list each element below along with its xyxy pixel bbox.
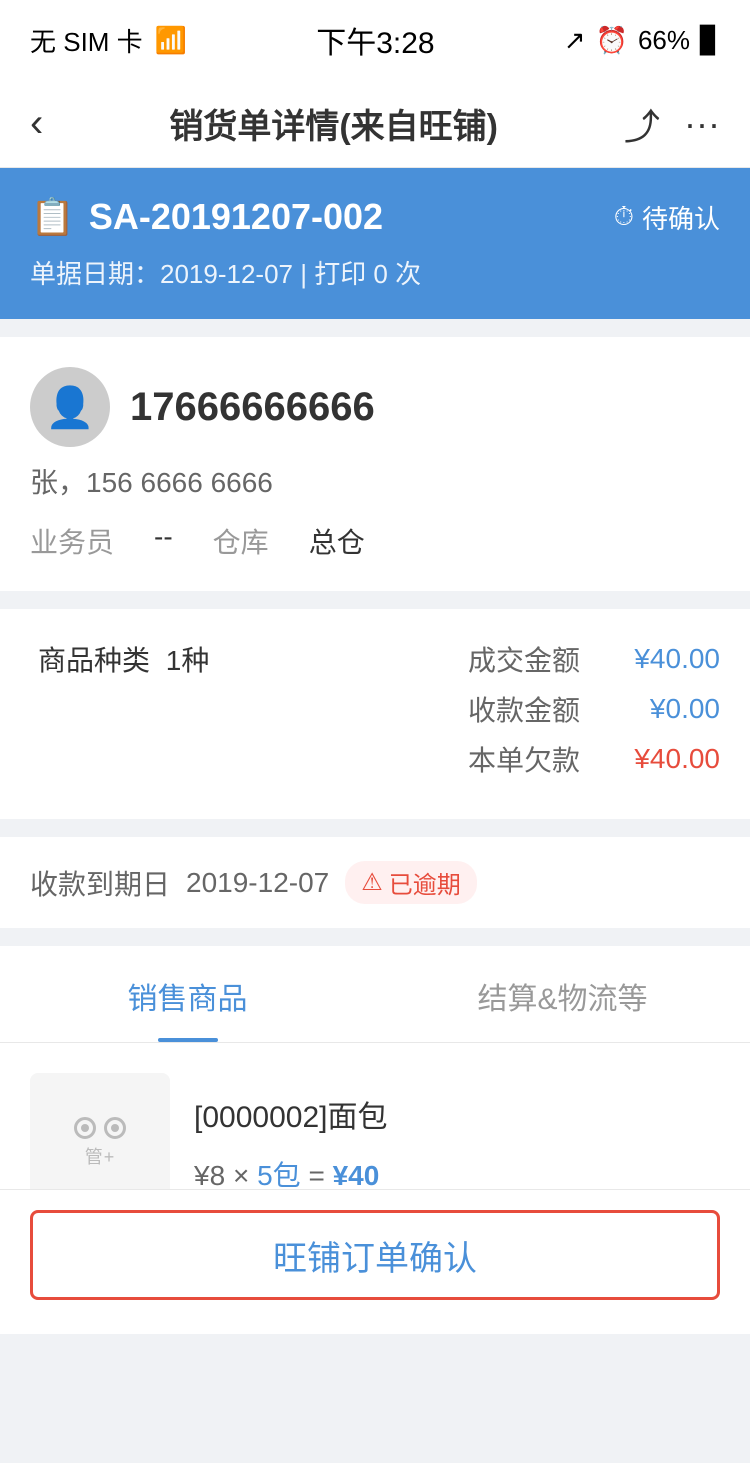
nav-actions: ⤴ ··· [624,98,720,150]
product-type-label: 商品种类 [38,645,150,676]
status-left: 无 SIM 卡 📶 [30,22,187,59]
owl-eye-inner-right [111,1124,119,1132]
received-amount-label: 收款金额 [468,689,580,729]
order-meta: 单据日期：2019-12-07 | 打印 0 次 [30,254,720,291]
more-icon[interactable]: ··· [684,103,720,145]
clock-icon: ⏱ [614,201,634,233]
due-date-section: 收款到期日 2019-12-07 ⚠ 已逾期 [0,837,750,928]
battery-icon: ▊ [700,25,720,56]
avatar: 👤 [30,367,110,447]
warehouse-value: 总仓 [309,521,365,561]
order-icon: 📋 [30,196,75,238]
order-header: 📋 SA-20191207-002 ⏱ 待确认 单据日期：2019-12-07 … [0,168,750,319]
salesperson-label: 业务员 [30,521,114,561]
page-title: 销货单详情(来自旺铺) [169,99,498,148]
warehouse-label: 仓库 [213,521,269,561]
amounts-detail: 成交金额 ¥40.00 收款金额 ¥0.00 本单欠款 ¥40.00 [468,639,720,789]
due-amount-row: 本单欠款 ¥40.00 [468,739,720,779]
deal-amount-row: 成交金额 ¥40.00 [468,639,720,679]
received-amount-value: ¥0.00 [600,693,720,725]
owl-eye-left [74,1117,96,1139]
overdue-badge: ⚠ 已逾期 [345,861,477,904]
unit-price: ¥8 [194,1160,225,1191]
multiply-sign: × [233,1160,257,1191]
wifi-icon: 📶 [155,25,187,56]
total-price: ¥40 [333,1160,380,1191]
due-date-label: 收款到期日 [30,863,170,903]
owl-eye-right [104,1117,126,1139]
customer-section: 👤 17666666666 张，156 6666 6666 业务员 -- 仓库 … [0,337,750,591]
alarm-icon: ⏰ [596,25,628,56]
back-button[interactable]: ‹ [30,101,43,146]
order-status: ⏱ 待确认 [614,199,720,236]
customer-fields: 业务员 -- 仓库 总仓 [30,521,720,561]
nav-bar: ‹ 销货单详情(来自旺铺) ⤴ ··· [0,80,750,168]
salesperson-value: -- [154,521,173,561]
received-amount-row: 收款金额 ¥0.00 [468,689,720,729]
quantity: 5包 [257,1160,301,1191]
deal-amount-value: ¥40.00 [600,643,720,675]
product-price: ¥8 × 5包 = ¥40 [194,1154,720,1194]
due-date-value: 2019-12-07 [186,867,329,899]
product-name: [0000002]面包 [194,1092,720,1136]
status-right: ↗ ⏰ 66% ▊ [564,25,720,56]
order-header-top: 📋 SA-20191207-002 ⏱ 待确认 [30,196,720,238]
product-type-value: 1种 [166,645,210,676]
order-number: 📋 SA-20191207-002 [30,196,383,238]
battery-indicator: 66% [638,25,690,56]
amount-section: 商品种类 1种 成交金额 ¥40.00 收款金额 ¥0.00 本单欠款 ¥40.… [0,609,750,819]
avatar-icon: 👤 [45,384,95,431]
confirm-order-button[interactable]: 旺铺订单确认 [30,1210,720,1300]
tab-settlement[interactable]: 结算&物流等 [375,946,750,1042]
overdue-text: 已逾期 [389,865,461,900]
bottom-bar: 旺铺订单确认 [0,1189,750,1334]
product-count: 商品种类 1种 [30,639,209,679]
status-time: 下午3:28 [316,18,434,62]
sim-indicator: 无 SIM 卡 [30,22,143,59]
owl-eye-inner-left [81,1124,89,1132]
due-amount-value: ¥40.00 [600,743,720,775]
status-bar: 无 SIM 卡 📶 下午3:28 ↗ ⏰ 66% ▊ [0,0,750,80]
product-info: [0000002]面包 ¥8 × 5包 = ¥40 [194,1092,720,1194]
share-icon[interactable]: ⤴ [624,98,660,150]
overdue-icon: ⚠ [361,868,383,897]
owl-eyes [74,1117,126,1139]
due-amount-label: 本单欠款 [468,739,580,779]
location-icon: ↗ [564,25,586,56]
customer-name: 张，156 6666 6666 [30,461,720,501]
product-logo: 管+ [74,1117,126,1169]
owl-text: 管+ [85,1143,116,1169]
tab-sales-products[interactable]: 销售商品 [0,946,375,1042]
deal-amount-label: 成交金额 [468,639,580,679]
tabs-header: 销售商品 结算&物流等 [0,946,750,1043]
customer-top: 👤 17666666666 [30,367,720,447]
customer-phone: 17666666666 [130,385,375,430]
equals-sign: = [308,1160,332,1191]
